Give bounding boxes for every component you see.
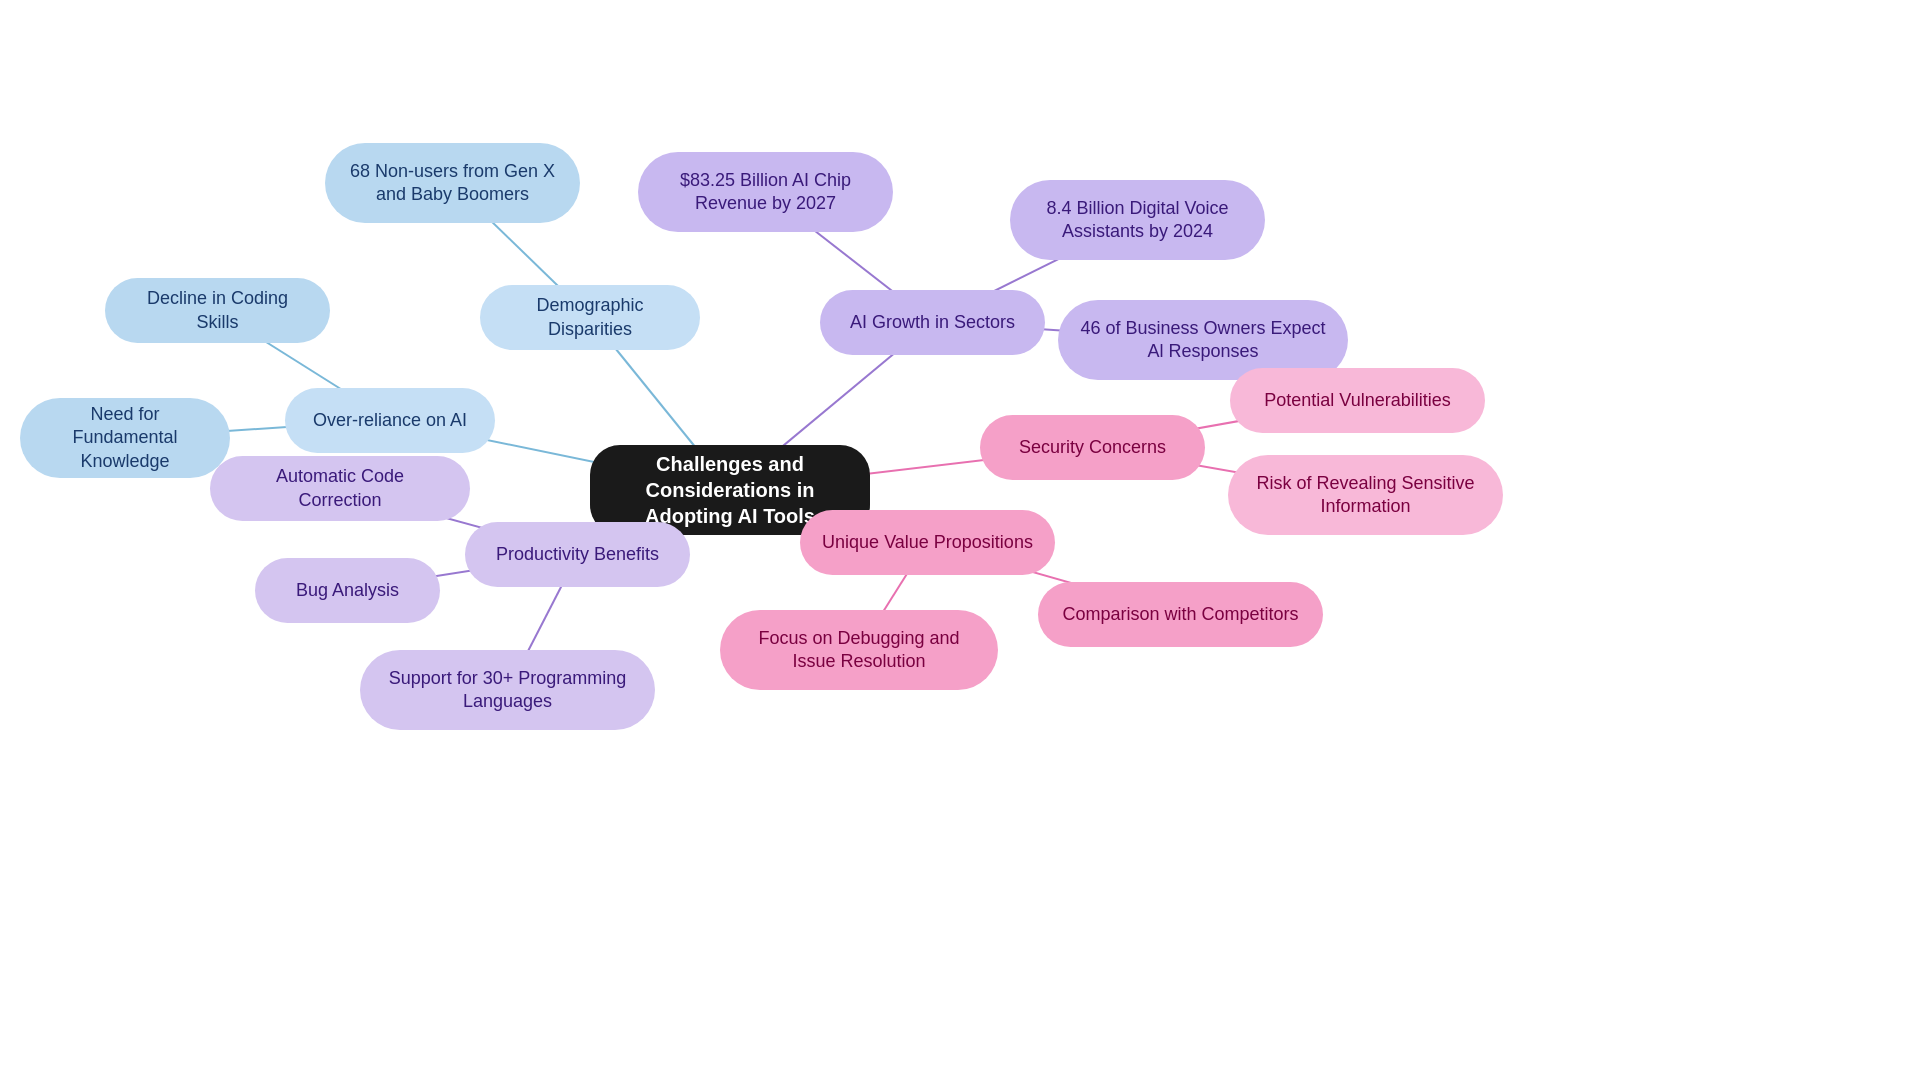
focus-debug-node[interactable]: Focus on Debugging and Issue Resolution — [720, 610, 998, 690]
unique-value-node[interactable]: Unique Value Propositions — [800, 510, 1055, 575]
decline-coding-node[interactable]: Decline in Coding Skills — [105, 278, 330, 343]
auto-code-node[interactable]: Automatic Code Correction — [210, 456, 470, 521]
gen-x-node[interactable]: 68 Non-users from Gen X and Baby Boomers — [325, 143, 580, 223]
productivity-node[interactable]: Productivity Benefits — [465, 522, 690, 587]
voice-assistants-node[interactable]: 8.4 Billion Digital Voice Assistants by … — [1010, 180, 1265, 260]
chip-revenue-node[interactable]: $83.25 Billion AI Chip Revenue by 2027 — [638, 152, 893, 232]
need-fundamental-node[interactable]: Need for Fundamental Knowledge — [20, 398, 230, 478]
over-reliance-node[interactable]: Over-reliance on AI — [285, 388, 495, 453]
comparison-node[interactable]: Comparison with Competitors — [1038, 582, 1323, 647]
support-30-node[interactable]: Support for 30+ Programming Languages — [360, 650, 655, 730]
potential-vulnerabilities-node[interactable]: Potential Vulnerabilities — [1230, 368, 1485, 433]
bug-analysis-node[interactable]: Bug Analysis — [255, 558, 440, 623]
risk-sensitive-node[interactable]: Risk of Revealing Sensitive Information — [1228, 455, 1503, 535]
ai-growth-node[interactable]: AI Growth in Sectors — [820, 290, 1045, 355]
security-node[interactable]: Security Concerns — [980, 415, 1205, 480]
demographic-node[interactable]: Demographic Disparities — [480, 285, 700, 350]
